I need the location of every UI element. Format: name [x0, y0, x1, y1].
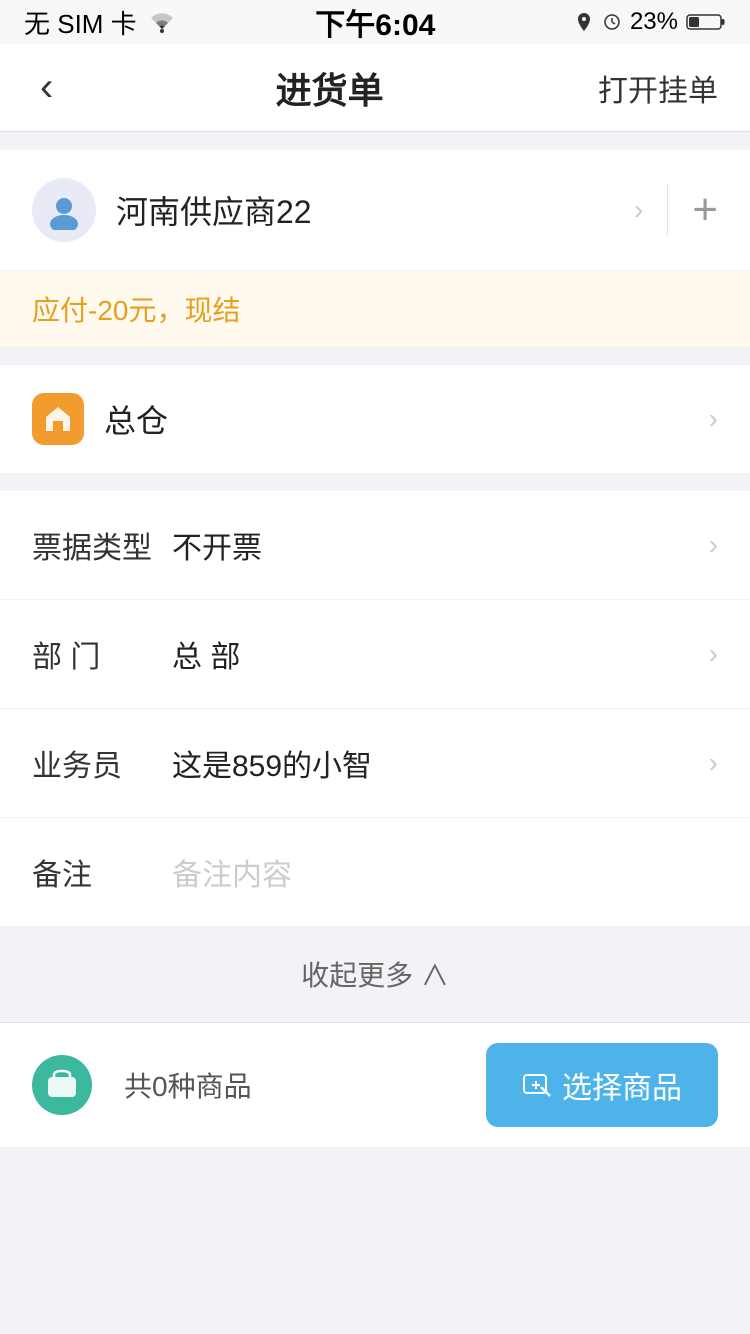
department-chevron-icon: › [709, 638, 718, 670]
status-time: 下午6:04 [315, 0, 435, 44]
form-row-salesperson[interactable]: 业务员 这是859的小智 › [0, 709, 750, 818]
form-row-invoice-type[interactable]: 票据类型 不开票 › [0, 491, 750, 600]
collapse-label: 收起更多 ∧ [301, 954, 449, 994]
remark-label: 备注 [32, 850, 152, 894]
house-icon [42, 403, 74, 435]
nav-bar: ‹ 进货单 打开挂单 [0, 44, 750, 132]
nav-title: 进货单 [276, 62, 384, 114]
warehouse-icon [32, 393, 84, 445]
wifi-icon [147, 11, 177, 33]
supplier-chevron-icon: › [634, 194, 643, 226]
status-bar: 无 SIM 卡 下午6:04 23% [0, 0, 750, 44]
carrier-text: 无 SIM 卡 [24, 4, 137, 41]
form-row-remark[interactable]: 备注 备注内容 [0, 818, 750, 926]
back-button[interactable]: ‹ [32, 57, 61, 118]
warehouse-label: 总仓 [104, 396, 697, 442]
form-row-department[interactable]: 部 门 总 部 › [0, 600, 750, 709]
product-count-icon [32, 1055, 92, 1115]
open-pending-button[interactable]: 打开挂单 [598, 66, 718, 110]
alarm-icon [602, 11, 622, 33]
supplier-avatar [32, 178, 96, 242]
notice-text: 应付-20元，现结 [32, 295, 240, 326]
battery-text: 23% [630, 8, 678, 36]
add-supplier-button[interactable]: + [692, 185, 718, 235]
status-icons: 23% [574, 8, 726, 36]
select-product-button[interactable]: 选择商品 [486, 1043, 718, 1127]
status-carrier: 无 SIM 卡 [24, 4, 177, 41]
salesperson-chevron-icon: › [709, 747, 718, 779]
supplier-divider [667, 185, 668, 235]
bottom-bar: 共0种商品 选择商品 [0, 1022, 750, 1147]
supplier-row[interactable]: 河南供应商22 › + [0, 150, 750, 271]
supplier-name: 河南供应商22 [116, 187, 622, 233]
collapse-row[interactable]: 收起更多 ∧ [0, 926, 750, 1022]
select-product-label: 选择商品 [562, 1063, 682, 1107]
select-product-icon [522, 1071, 552, 1099]
section-gap-1 [0, 132, 750, 150]
invoice-type-value: 不开票 [172, 523, 697, 567]
department-value: 总 部 [172, 632, 697, 676]
product-count-label: 共0种商品 [124, 1065, 466, 1105]
form-section: 票据类型 不开票 › 部 门 总 部 › 业务员 这是859的小智 › 备注 备… [0, 491, 750, 926]
department-label: 部 门 [32, 632, 152, 676]
invoice-type-chevron-icon: › [709, 529, 718, 561]
notice-banner: 应付-20元，现结 [0, 271, 750, 347]
salesperson-label: 业务员 [32, 741, 152, 785]
avatar-icon [44, 190, 84, 230]
cart-icon [44, 1067, 80, 1103]
remark-input[interactable]: 备注内容 [172, 850, 718, 894]
battery-icon [686, 12, 726, 32]
warehouse-chevron-icon: › [709, 403, 718, 435]
warehouse-row[interactable]: 总仓 › [0, 365, 750, 473]
location-icon [574, 11, 594, 33]
salesperson-value: 这是859的小智 [172, 741, 697, 785]
invoice-type-label: 票据类型 [32, 523, 152, 567]
